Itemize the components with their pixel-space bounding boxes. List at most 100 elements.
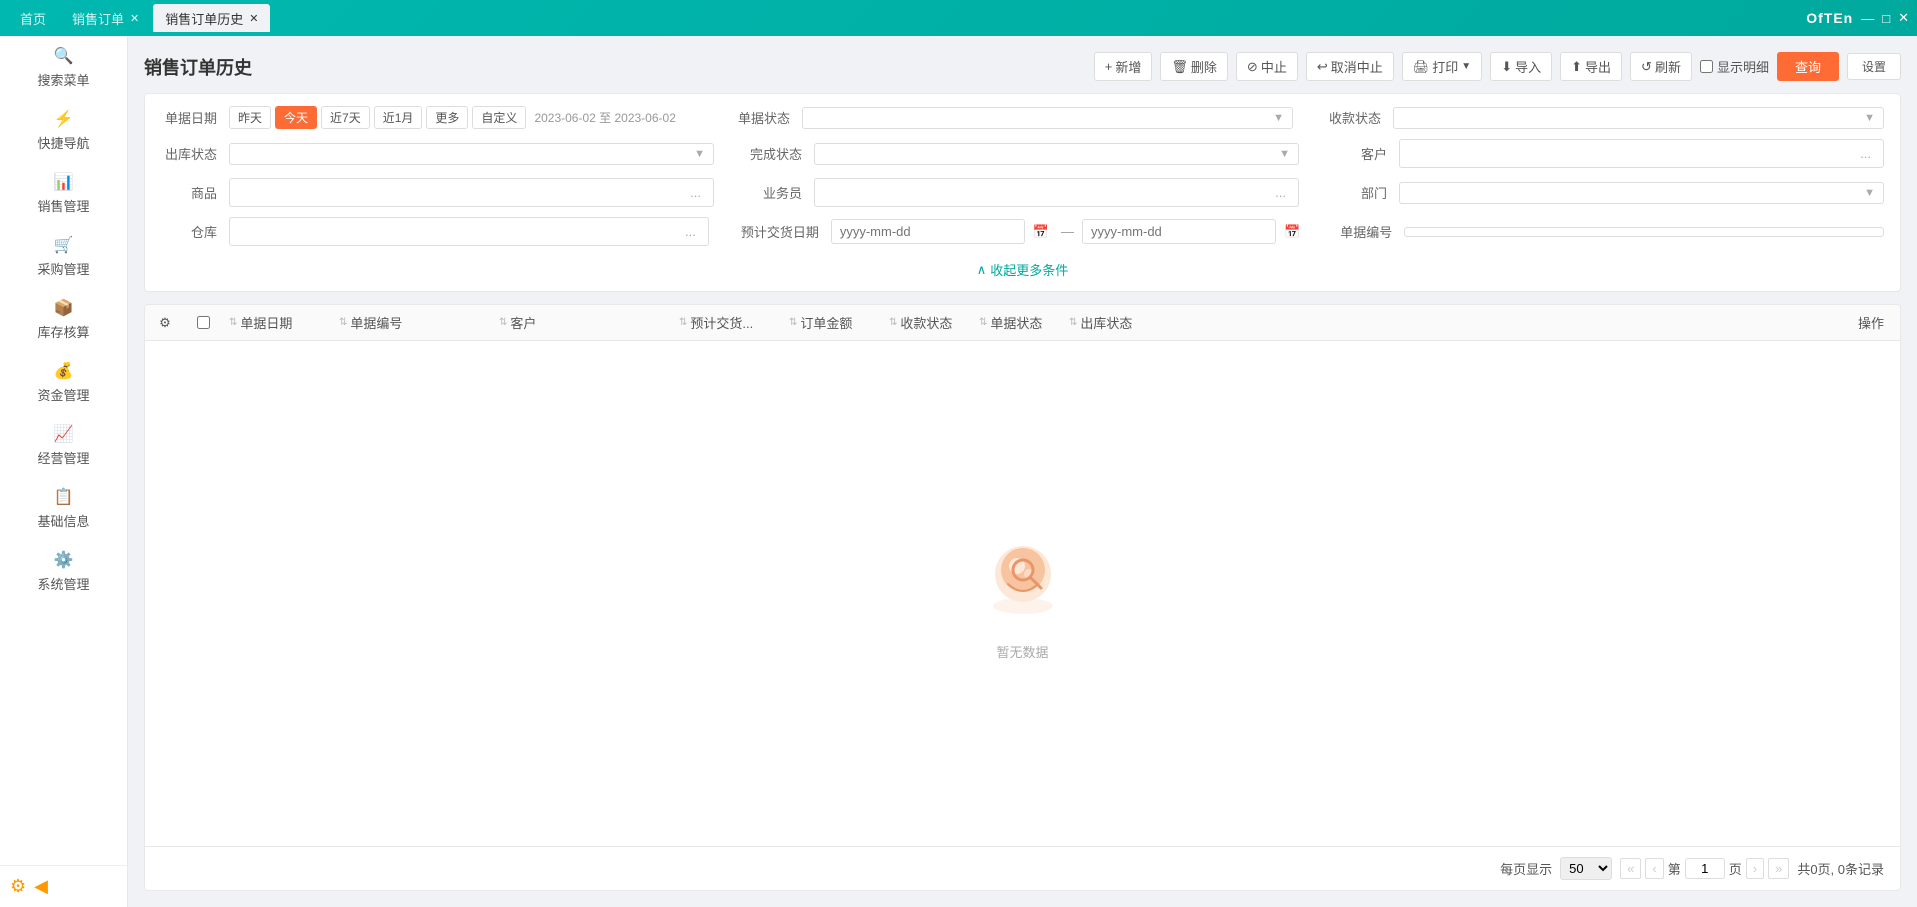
salesman-input[interactable]: ... [814, 178, 1299, 207]
page-first-btn[interactable]: « [1620, 858, 1641, 879]
stop-button[interactable]: ⊘ 中止 [1236, 52, 1298, 81]
table-header: ⚙ ⇅ 单据日期 ⇅ 单据编号 ⇅ 客户 ⇅ [145, 305, 1900, 341]
out-status-select[interactable]: ▼ [229, 143, 714, 165]
date-btn-last1m[interactable]: 近1月 [374, 106, 423, 129]
new-button[interactable]: + 新增 [1094, 52, 1153, 81]
table-settings-icon[interactable]: ⚙ [159, 315, 171, 331]
customer-dots-icon[interactable]: ... [1856, 144, 1875, 163]
show-detail-checkbox-label[interactable]: 显示明细 [1700, 57, 1769, 76]
date-field: 昨天 今天 近7天 近1月 更多 自定义 2023-06-02 至 2023-0… [229, 106, 702, 129]
inventory-calc-icon: 📦 [54, 298, 74, 318]
close-btn[interactable]: ✕ [1898, 10, 1909, 26]
delivery-date-end-input[interactable] [1082, 219, 1276, 244]
sidebar-item-quick-nav[interactable]: ⚡ 快捷导航 [0, 99, 127, 162]
salesman-dots-icon[interactable]: ... [1271, 183, 1290, 202]
export-button[interactable]: ⬆ 导出 [1560, 52, 1622, 81]
delivery-date-start-calendar-icon[interactable]: 📅 [1029, 224, 1053, 240]
delete-button[interactable]: 🗑 删除 [1160, 52, 1228, 81]
tab-home[interactable]: 首页 [8, 4, 58, 32]
brand-label: OfTEn [1806, 10, 1853, 26]
th-checkbox[interactable] [185, 316, 221, 329]
page-next-btn[interactable]: › [1746, 858, 1764, 879]
th-amount[interactable]: ⇅ 订单金额 [781, 313, 881, 332]
warehouse-dots-icon[interactable]: ... [681, 222, 700, 241]
quick-nav-icon: ⚡ [54, 109, 74, 129]
date-buttons: 昨天 今天 近7天 近1月 更多 自定义 [229, 106, 526, 129]
date-btn-custom[interactable]: 自定义 [472, 106, 526, 129]
collapse-btn[interactable]: ∧ 收起更多条件 [161, 256, 1884, 279]
tab-sales-order[interactable]: 销售订单 ✕ [60, 4, 151, 32]
th-delivery[interactable]: ⇅ 预计交货... [671, 313, 781, 332]
th-doc-status[interactable]: ⇅ 单据状态 [971, 313, 1061, 332]
minimize-btn[interactable]: — [1861, 11, 1874, 26]
sidebar-item-biz-mgmt[interactable]: 📈 经营管理 [0, 414, 127, 477]
customer-input[interactable]: ... [1399, 139, 1884, 168]
complete-status-label: 完成状态 [746, 144, 802, 163]
page-last-btn[interactable]: » [1768, 858, 1789, 879]
date-btn-today[interactable]: 今天 [275, 106, 317, 129]
th-payment-status[interactable]: ⇅ 收款状态 [881, 313, 971, 332]
th-payment-status-label: 收款状态 [900, 313, 952, 332]
query-button[interactable]: 查询 [1777, 52, 1839, 81]
doc-status-select[interactable]: ▼ [802, 107, 1293, 129]
export-label: 导出 [1585, 57, 1611, 76]
warehouse-input[interactable]: ... [229, 217, 709, 246]
goods-input[interactable]: ... [229, 178, 714, 207]
warehouse-label: 仓库 [161, 222, 217, 241]
tab-sales-order-close[interactable]: ✕ [130, 12, 139, 25]
tab-sales-order-history[interactable]: 销售订单历史 ✕ [153, 4, 270, 32]
sn-sort-icon: ⇅ [339, 317, 347, 328]
th-sn[interactable]: ⇅ 单据编号 [331, 313, 491, 332]
date-range-text: 2023-06-02 至 2023-06-02 [534, 109, 675, 126]
customer-label: 客户 [1331, 144, 1387, 163]
per-page-select[interactable]: 50 10 20 100 [1560, 857, 1612, 880]
tab-sales-order-history-close[interactable]: ✕ [249, 12, 258, 25]
print-button[interactable]: 🖨 打印 ▼ [1402, 52, 1482, 81]
th-settings[interactable]: ⚙ [145, 315, 185, 331]
th-operation-label: 操作 [1858, 313, 1884, 332]
sidebar-settings-icon[interactable]: ⚙ [10, 876, 26, 897]
doc-status-arrow-icon: ▼ [1273, 112, 1284, 124]
th-date[interactable]: ⇅ 单据日期 [221, 313, 331, 332]
sidebar: 🔍 搜索菜单 ⚡ 快捷导航 📊 销售管理 🛒 采购管理 📦 库存核算 💰 资金管… [0, 36, 128, 907]
biz-mgmt-icon: 📈 [54, 424, 74, 444]
import-button[interactable]: ⬇ 导入 [1490, 52, 1552, 81]
sidebar-item-system-mgmt-label: 系统管理 [37, 574, 89, 593]
sidebar-item-quick-nav-label: 快捷导航 [37, 133, 89, 152]
setting-button[interactable]: 设置 [1847, 53, 1901, 80]
delete-icon: 🗑 [1171, 59, 1188, 75]
maximize-btn[interactable]: □ [1882, 11, 1890, 26]
filter-row-2: 出库状态 ▼ 完成状态 ▼ 客户 ... [161, 139, 1884, 168]
date-btn-more[interactable]: 更多 [426, 106, 468, 129]
date-btn-yesterday[interactable]: 昨天 [229, 106, 271, 129]
customer-sort-icon: ⇅ [499, 317, 507, 328]
sidebar-item-inventory-calc-label: 库存核算 [37, 322, 89, 341]
th-customer[interactable]: ⇅ 客户 [491, 313, 671, 332]
date-btn-last7[interactable]: 近7天 [321, 106, 370, 129]
select-all-checkbox[interactable] [197, 316, 210, 329]
sidebar-item-sales-mgmt[interactable]: 📊 销售管理 [0, 162, 127, 225]
doc-number-input[interactable] [1404, 227, 1884, 237]
sidebar-item-purchase-mgmt[interactable]: 🛒 采购管理 [0, 225, 127, 288]
dept-select[interactable]: ▼ [1399, 182, 1884, 204]
goods-dots-icon[interactable]: ... [686, 183, 705, 202]
sidebar-item-fund-mgmt[interactable]: 💰 资金管理 [0, 351, 127, 414]
sidebar-item-inventory-calc[interactable]: 📦 库存核算 [0, 288, 127, 351]
th-out-status[interactable]: ⇅ 出库状态 [1061, 313, 1151, 332]
complete-status-select[interactable]: ▼ [814, 143, 1299, 165]
delivery-date-end-calendar-icon[interactable]: 📅 [1280, 224, 1304, 240]
payment-status-select[interactable]: ▼ [1393, 107, 1884, 129]
delivery-date-start-input[interactable] [831, 219, 1025, 244]
refresh-button[interactable]: ↺ 刷新 [1630, 52, 1692, 81]
sidebar-item-search-menu[interactable]: 🔍 搜索菜单 [0, 36, 127, 99]
print-label: 打印 [1432, 57, 1458, 76]
sidebar-item-basic-info[interactable]: 📋 基础信息 [0, 477, 127, 540]
sidebar-item-system-mgmt[interactable]: ⚙️ 系统管理 [0, 540, 127, 603]
sidebar-collapse-icon[interactable]: ◀ [34, 876, 48, 897]
cancel-stop-button[interactable]: ↩ 取消中止 [1306, 52, 1394, 81]
goods-label: 商品 [161, 183, 217, 202]
show-detail-checkbox[interactable] [1700, 60, 1713, 73]
delivery-sort-icon: ⇅ [679, 317, 687, 328]
page-input[interactable] [1685, 858, 1725, 879]
page-prev-btn[interactable]: ‹ [1645, 858, 1663, 879]
